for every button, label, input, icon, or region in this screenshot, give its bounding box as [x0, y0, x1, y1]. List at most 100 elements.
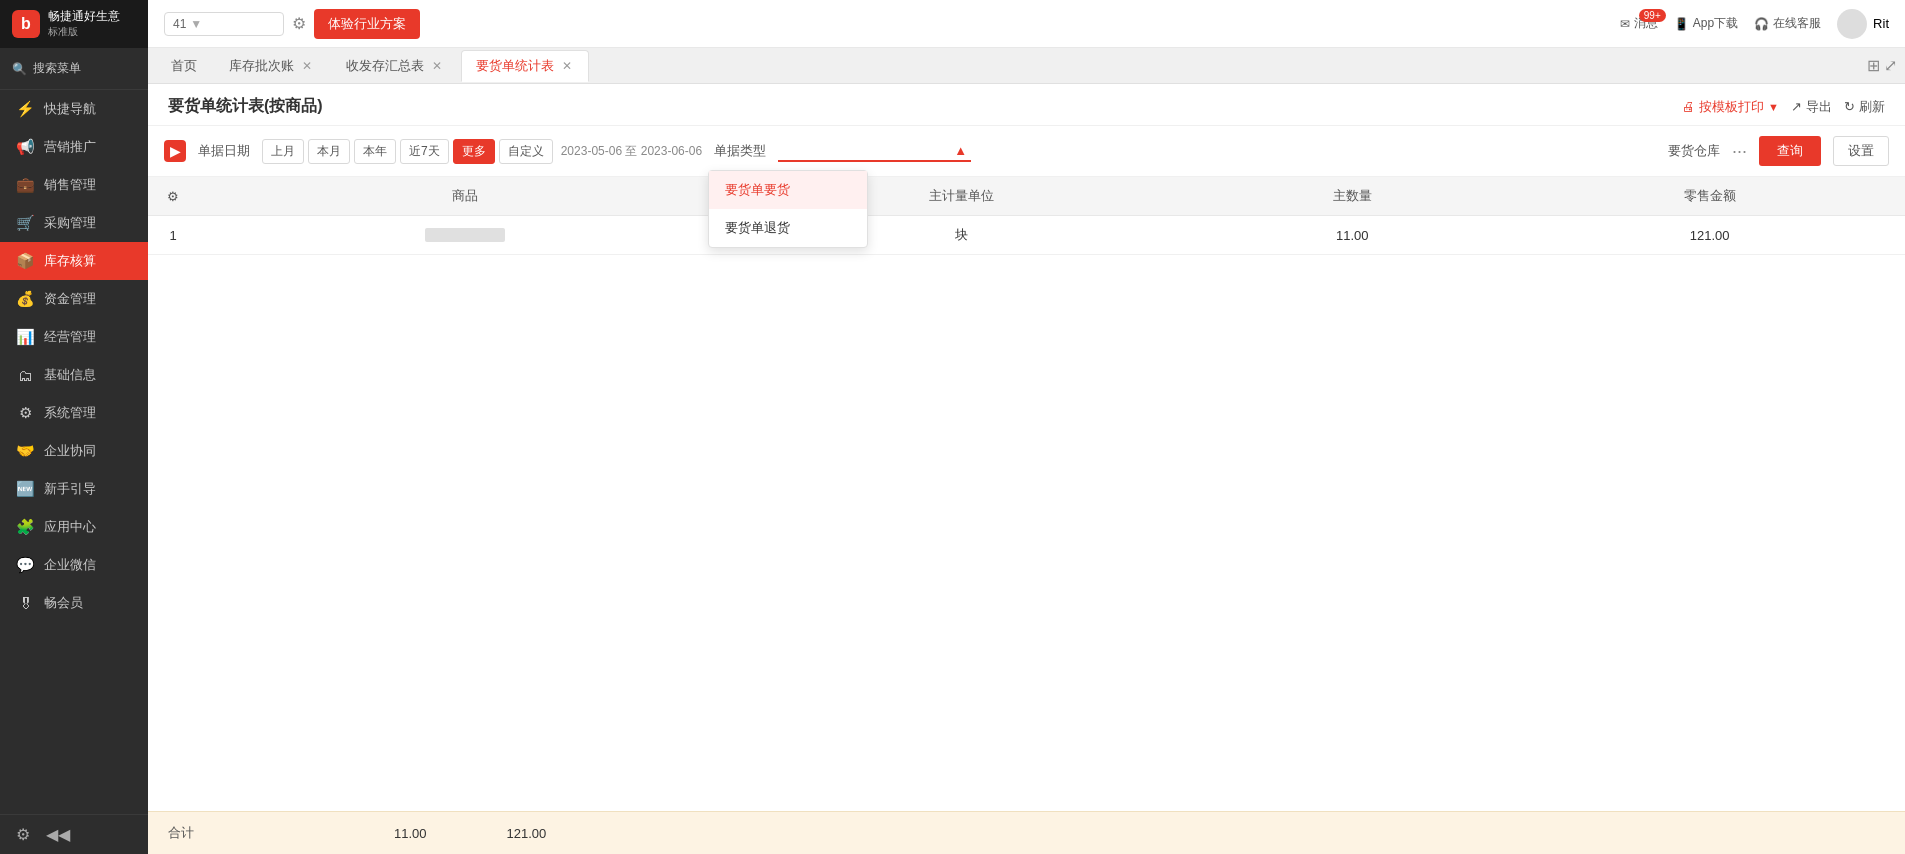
trial-button[interactable]: 体验行业方案 — [314, 9, 420, 39]
warehouse-label: 要货仓库 — [1668, 142, 1720, 160]
headset-icon: 🎧 — [1754, 17, 1769, 31]
tab-inventory-batch[interactable]: 库存批次账 ✕ — [214, 50, 329, 82]
fullscreen-icon[interactable]: ⤢ — [1884, 56, 1897, 75]
col-quantity: 主数量 — [1190, 177, 1514, 216]
filter-more-button[interactable]: ··· — [1732, 141, 1747, 162]
export-button[interactable]: ↗ 导出 — [1791, 98, 1832, 116]
sidebar-item-sales[interactable]: 💼 销售管理 — [0, 166, 148, 204]
sidebar-item-inventory[interactable]: 📦 库存核算 — [0, 242, 148, 280]
collapse-icon[interactable]: ◀◀ — [46, 825, 70, 844]
operation-icon: 📊 — [16, 328, 34, 346]
filter-bar: ▶ 单据日期 上月 本月 本年 近7天 更多 自定义 2023-05-06 至 … — [148, 126, 1905, 177]
print-chevron-icon: ▼ — [1768, 101, 1779, 113]
filter-expand-button[interactable]: ▶ — [164, 140, 186, 162]
date-group: 上月 本月 本年 近7天 更多 自定义 2023-05-06 至 2023-06… — [262, 139, 702, 164]
settings-icon[interactable]: ⚙ — [16, 825, 30, 844]
col-amount: 零售金额 — [1514, 177, 1905, 216]
marketing-icon: 📢 — [16, 138, 34, 156]
chevron-down-icon: ▼ — [190, 17, 202, 31]
table-wrapper: ⚙ 商品 主计量单位 主数量 零售金额 1 块 11. — [148, 177, 1905, 811]
user-area[interactable]: Rit — [1837, 9, 1889, 39]
online-service-button[interactable]: 🎧 在线客服 — [1754, 15, 1821, 32]
setting-button[interactable]: 设置 — [1833, 136, 1889, 166]
page-title: 要货单统计表(按商品) — [168, 96, 323, 117]
sidebar-item-purchase[interactable]: 🛒 采购管理 — [0, 204, 148, 242]
tab-receive-summary-label: 收发存汇总表 — [346, 57, 424, 75]
col-product: 商品 — [198, 177, 733, 216]
basic-icon: 🗂 — [16, 367, 34, 384]
summary-bar: 合计 11.00 121.00 — [148, 811, 1905, 854]
tab-receive-summary-close[interactable]: ✕ — [430, 59, 444, 73]
sidebar-item-operation[interactable]: 📊 经营管理 — [0, 318, 148, 356]
print-button[interactable]: 🖨 按模板打印 ▼ — [1682, 98, 1779, 116]
refresh-button[interactable]: ↻ 刷新 — [1844, 98, 1885, 116]
logo-icon: b — [12, 10, 40, 38]
date-btn-more[interactable]: 更多 — [453, 139, 495, 164]
query-button[interactable]: 查询 — [1759, 136, 1821, 166]
sidebar-item-basic[interactable]: 🗂 基础信息 — [0, 356, 148, 394]
sidebar-item-system[interactable]: ⚙ 系统管理 — [0, 394, 148, 432]
sidebar-item-appstore[interactable]: 🧩 应用中心 — [0, 508, 148, 546]
date-btn-custom[interactable]: 自定义 — [499, 139, 553, 164]
page-header: 要货单统计表(按商品) 🖨 按模板打印 ▼ ↗ 导出 ↻ 刷新 — [148, 84, 1905, 126]
sidebar-item-finance[interactable]: 💰 资金管理 — [0, 280, 148, 318]
date-btn-this-year[interactable]: 本年 — [354, 139, 396, 164]
page-actions: 🖨 按模板打印 ▼ ↗ 导出 ↻ 刷新 — [1682, 98, 1885, 116]
type-select-input[interactable] — [782, 143, 950, 158]
topbar: 41 ▼ ⚙ 体验行业方案 ✉ 消息 99+ 📱 App下载 🎧 在线客服 R — [148, 0, 1905, 48]
app-download-button[interactable]: 📱 App下载 — [1674, 15, 1738, 32]
sidebar-item-shortcut[interactable]: ⚡ 快捷导航 — [0, 90, 148, 128]
summary-amount: 121.00 — [507, 826, 547, 841]
tab-home[interactable]: 首页 — [156, 50, 212, 82]
export-icon: ↗ — [1791, 99, 1802, 114]
topbar-gear-icon[interactable]: ⚙ — [292, 14, 306, 33]
expand-icon[interactable]: ⊞ — [1867, 56, 1880, 75]
table-row: 1 块 11.00 121.00 — [148, 216, 1905, 255]
dropdown-item-return[interactable]: 要货单退货 — [709, 209, 867, 247]
messages-badge: 99+ — [1639, 9, 1666, 22]
table-header-row: ⚙ 商品 主计量单位 主数量 零售金额 — [148, 177, 1905, 216]
date-btn-7days[interactable]: 近7天 — [400, 139, 449, 164]
dropdown-item-order[interactable]: 要货单要货 — [709, 171, 867, 209]
tab-order-summary-close[interactable]: ✕ — [560, 59, 574, 73]
message-icon: ✉ — [1620, 17, 1630, 31]
tab-inventory-batch-close[interactable]: ✕ — [300, 59, 314, 73]
print-icon: 🖨 — [1682, 99, 1695, 114]
type-select[interactable]: ▲ — [778, 141, 971, 162]
sidebar-logo: b 畅捷通好生意 标准版 — [0, 0, 148, 48]
table-body: 1 块 11.00 121.00 — [148, 216, 1905, 255]
cell-product — [198, 216, 733, 255]
cell-amount: 121.00 — [1514, 216, 1905, 255]
summary-quantity: 11.00 — [394, 826, 427, 841]
expand-arrow-icon: ▶ — [170, 143, 181, 159]
tab-order-summary[interactable]: 要货单统计表 ✕ — [461, 50, 589, 82]
company-selector[interactable]: 41 ▼ — [164, 12, 284, 36]
app-download-label: App下载 — [1693, 15, 1738, 32]
sidebar-item-marketing[interactable]: 📢 营销推广 — [0, 128, 148, 166]
sidebar-item-label: 系统管理 — [44, 404, 96, 422]
date-btn-last-month[interactable]: 上月 — [262, 139, 304, 164]
user-name: Rit — [1873, 16, 1889, 31]
date-btn-this-month[interactable]: 本月 — [308, 139, 350, 164]
search-icon: 🔍 — [12, 62, 27, 76]
summary-label: 合计 — [168, 824, 194, 842]
avatar — [1837, 9, 1867, 39]
sidebar-item-weixin[interactable]: 💬 企业微信 — [0, 546, 148, 584]
sidebar-item-label: 应用中心 — [44, 518, 96, 536]
refresh-label: 刷新 — [1859, 98, 1885, 116]
export-label: 导出 — [1806, 98, 1832, 116]
type-dropdown-menu: 要货单要货 要货单退货 — [708, 170, 868, 248]
sidebar-item-vip[interactable]: 🎖 畅会员 — [0, 584, 148, 622]
app-name: 畅捷通好生意 — [48, 9, 120, 25]
sidebar-item-guide[interactable]: 🆕 新手引导 — [0, 470, 148, 508]
type-label: 单据类型 — [714, 142, 766, 160]
tab-receive-summary[interactable]: 收发存汇总表 ✕ — [331, 50, 459, 82]
appstore-icon: 🧩 — [16, 518, 34, 536]
date-range-display: 2023-05-06 至 2023-06-06 — [561, 143, 702, 160]
messages-button[interactable]: ✉ 消息 99+ — [1620, 15, 1658, 32]
sidebar-item-label: 经营管理 — [44, 328, 96, 346]
search-menu-button[interactable]: 🔍 搜索菜单 — [12, 56, 136, 81]
sidebar-item-enterprise[interactable]: 🤝 企业协同 — [0, 432, 148, 470]
col-settings[interactable]: ⚙ — [148, 177, 198, 216]
sidebar-item-label: 销售管理 — [44, 176, 96, 194]
